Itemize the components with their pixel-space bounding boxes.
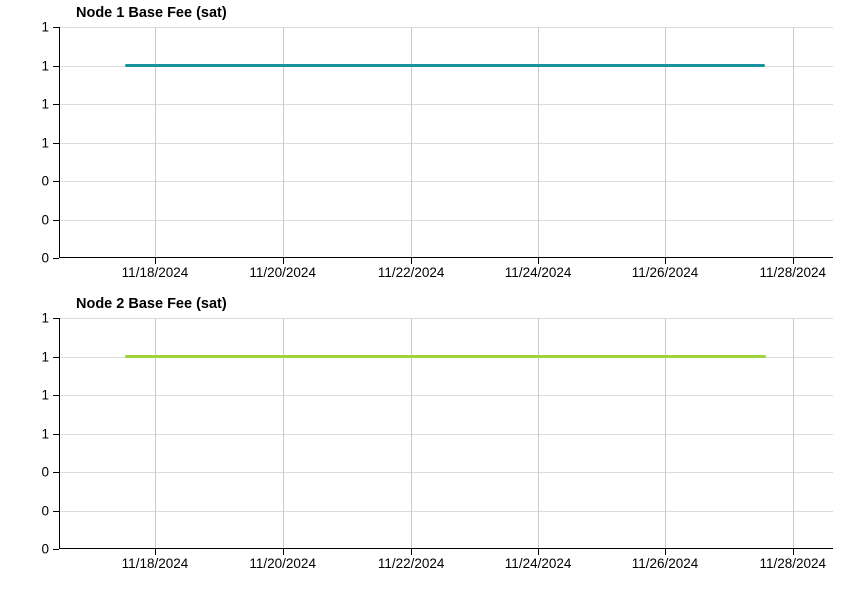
y-axis-label: 1 [41, 20, 49, 34]
y-axis-line [59, 318, 60, 549]
x-axis-label: 11/18/2024 [122, 266, 189, 280]
grid-line-horizontal [59, 511, 833, 512]
x-axis-label: 11/20/2024 [249, 557, 316, 571]
grid-line-horizontal [59, 395, 833, 396]
chart-node-1-base-fee: Node 1 Base Fee (sat) 111100011/18/20241… [0, 0, 860, 291]
x-axis-tick [283, 549, 284, 555]
x-axis-label: 11/24/2024 [505, 557, 572, 571]
x-axis-tick [538, 258, 539, 264]
plot-area: 111100011/18/202411/20/202411/22/202411/… [59, 318, 833, 549]
grid-line-vertical [665, 318, 666, 549]
x-axis-label: 11/18/2024 [122, 557, 189, 571]
grid-line-horizontal [59, 434, 833, 435]
x-axis-label: 11/26/2024 [632, 557, 699, 571]
x-axis-tick [793, 258, 794, 264]
chart-node-2-base-fee: Node 2 Base Fee (sat) 111100011/18/20241… [0, 291, 860, 582]
x-axis-tick [665, 258, 666, 264]
y-axis-label: 1 [41, 97, 49, 111]
x-axis-tick [665, 549, 666, 555]
grid-line-horizontal [59, 318, 833, 319]
y-axis-label: 1 [41, 427, 49, 441]
x-axis-label: 11/28/2024 [759, 557, 826, 571]
y-axis-tick [53, 549, 59, 550]
y-axis-label: 0 [41, 504, 49, 518]
series-line [125, 355, 766, 358]
y-axis-label: 1 [41, 388, 49, 402]
x-axis-tick [283, 258, 284, 264]
grid-line-horizontal [59, 104, 833, 105]
y-axis-tick [53, 258, 59, 259]
y-axis-label: 0 [41, 465, 49, 479]
x-axis-label: 11/20/2024 [249, 266, 316, 280]
grid-line-vertical [793, 318, 794, 549]
chart-title: Node 2 Base Fee (sat) [76, 296, 227, 312]
grid-line-horizontal [59, 27, 833, 28]
x-axis-label: 11/22/2024 [378, 557, 445, 571]
x-axis-label: 11/22/2024 [378, 266, 445, 280]
series-line [125, 64, 765, 67]
x-axis-label: 11/24/2024 [505, 266, 572, 280]
grid-line-vertical [538, 27, 539, 258]
chart-title: Node 1 Base Fee (sat) [76, 5, 227, 21]
y-axis-label: 1 [41, 311, 49, 325]
x-axis-line [59, 548, 833, 549]
x-axis-tick [411, 258, 412, 264]
grid-line-vertical [283, 27, 284, 258]
x-axis-line [59, 257, 833, 258]
x-axis-tick [155, 258, 156, 264]
grid-line-horizontal [59, 181, 833, 182]
grid-line-vertical [538, 318, 539, 549]
y-axis-label: 1 [41, 350, 49, 364]
y-axis-label: 0 [41, 174, 49, 188]
grid-line-horizontal [59, 472, 833, 473]
y-axis-label: 1 [41, 136, 49, 150]
grid-line-vertical [411, 318, 412, 549]
grid-line-vertical [155, 27, 156, 258]
grid-line-vertical [283, 318, 284, 549]
y-axis-label: 0 [41, 542, 49, 556]
grid-line-horizontal [59, 143, 833, 144]
x-axis-label: 11/26/2024 [632, 266, 699, 280]
y-axis-label: 1 [41, 59, 49, 73]
y-axis-label: 0 [41, 251, 49, 265]
x-axis-tick [793, 549, 794, 555]
plot-area: 111100011/18/202411/20/202411/22/202411/… [59, 27, 833, 258]
grid-line-vertical [793, 27, 794, 258]
grid-line-horizontal [59, 220, 833, 221]
x-axis-label: 11/28/2024 [759, 266, 826, 280]
grid-line-vertical [155, 318, 156, 549]
charts-page: Node 1 Base Fee (sat) 111100011/18/20241… [0, 0, 860, 600]
x-axis-tick [538, 549, 539, 555]
grid-line-vertical [665, 27, 666, 258]
y-axis-line [59, 27, 60, 258]
grid-line-vertical [411, 27, 412, 258]
y-axis-label: 0 [41, 213, 49, 227]
x-axis-tick [411, 549, 412, 555]
x-axis-tick [155, 549, 156, 555]
